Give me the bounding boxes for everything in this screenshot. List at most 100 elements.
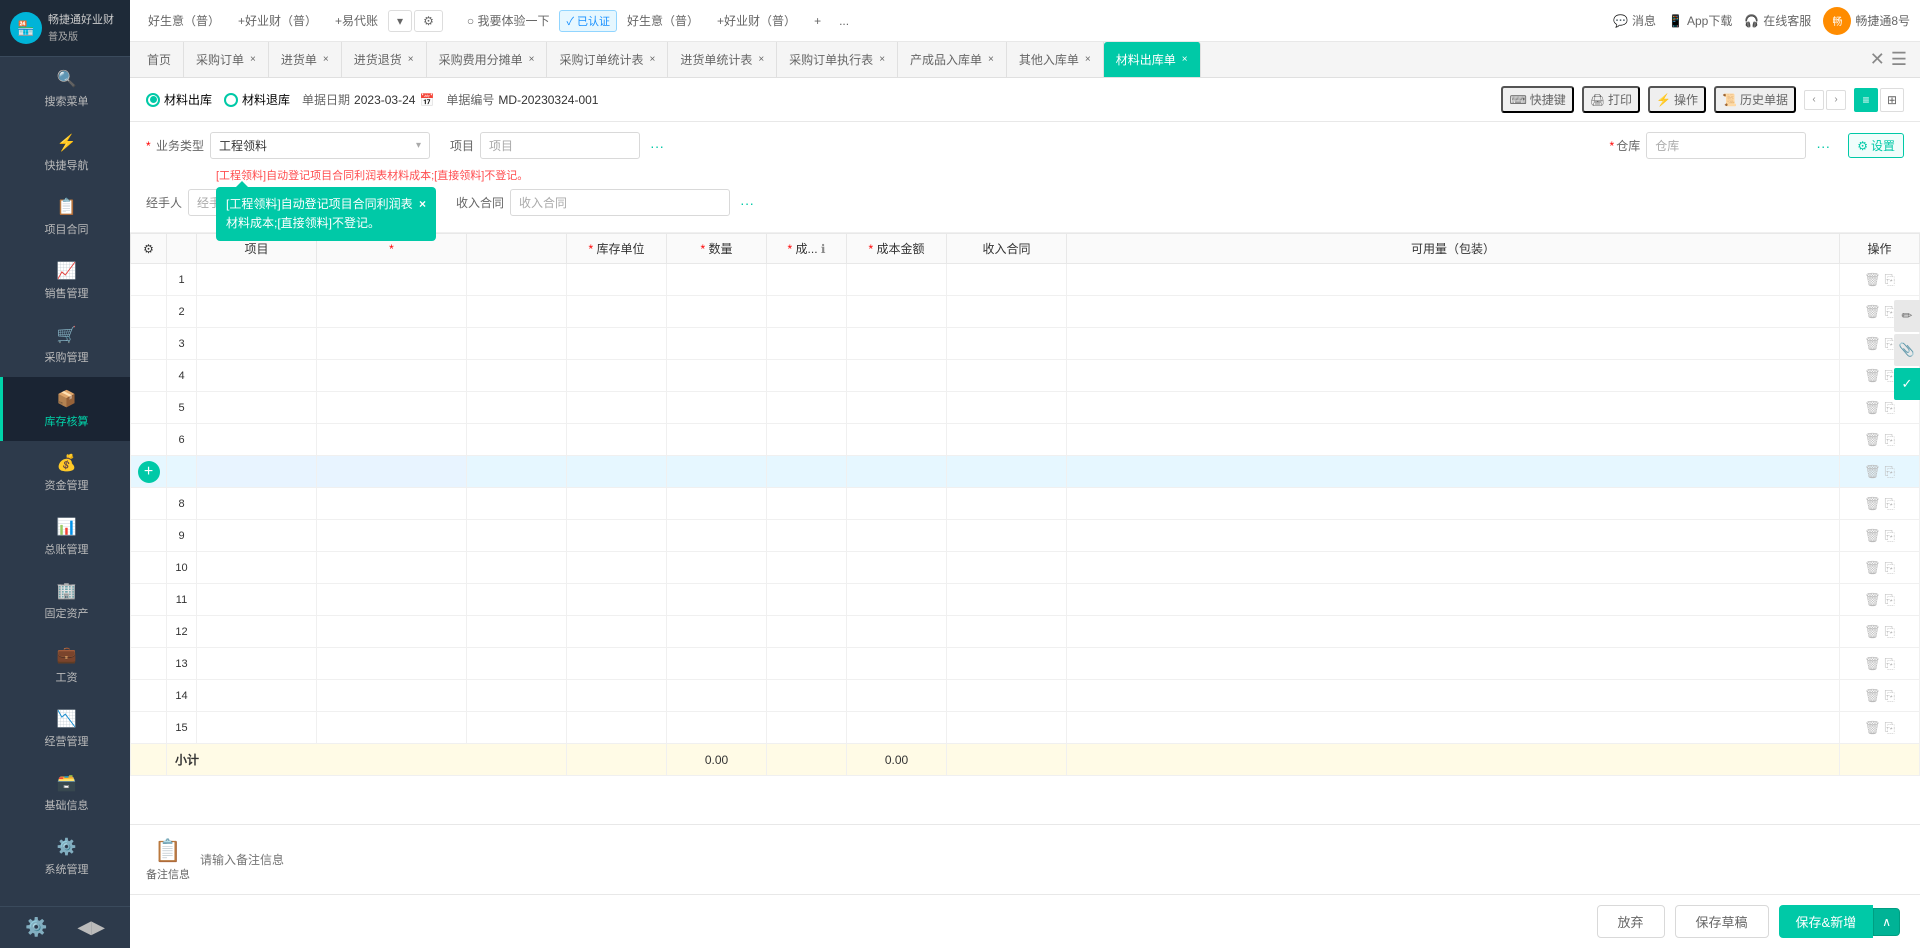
sidebar-item-salary[interactable]: 💼 工资 [0, 633, 130, 697]
calendar-icon[interactable]: 📅 [419, 93, 434, 107]
td-project-1[interactable] [197, 264, 317, 296]
td-material-1[interactable] [317, 264, 467, 296]
top-more-btn[interactable]: ▾ [388, 10, 412, 32]
tab-purchase-order[interactable]: 采购订单 × [184, 42, 269, 78]
tab-home[interactable]: 首页 [135, 42, 184, 78]
top-link-haoshengyi2[interactable]: 好生意（普） [619, 8, 707, 33]
tab-purchase-stats[interactable]: 采购订单统计表 × [547, 42, 668, 78]
top-link-haoshengyi[interactable]: 好生意（普） [140, 8, 228, 33]
copy-row-5-btn[interactable]: ⎘ [1885, 400, 1895, 416]
tab-close-purchase-stats[interactable]: × [649, 54, 655, 65]
side-icon-attach[interactable]: 📎 [1894, 334, 1920, 366]
warehouse-input[interactable]: 仓库 [1646, 132, 1806, 159]
income-contract-input[interactable]: 收入合同 [510, 189, 730, 216]
project-input[interactable]: 项目 [480, 132, 640, 159]
message-btn[interactable]: 💬 消息 [1613, 12, 1656, 29]
radio-material-return[interactable]: 材料退库 [224, 91, 290, 108]
delete-row-7-btn[interactable]: 🗑 [1864, 464, 1881, 480]
sidebar-item-accounting[interactable]: 📊 总账管理 [0, 505, 130, 569]
tab-material-outbound[interactable]: 材料出库单 × [1104, 42, 1201, 78]
tab-close-finished-goods[interactable]: × [988, 54, 994, 65]
next-btn[interactable]: › [1826, 90, 1846, 110]
delete-row-3-btn[interactable]: 🗑 [1864, 336, 1881, 352]
action-btn[interactable]: ⚡ 操作 [1648, 86, 1706, 113]
warehouse-more-btn[interactable]: ··· [1812, 138, 1834, 154]
copy-row-6-btn[interactable]: ⎘ [1885, 432, 1895, 448]
copy-row-7-btn[interactable]: ⎘ [1885, 464, 1895, 480]
delete-row-13-btn[interactable]: 🗑 [1864, 656, 1881, 672]
tab-close-all-btn[interactable]: ✕ [1870, 49, 1885, 70]
sidebar-item-search[interactable]: 🔍 搜索菜单 [0, 57, 130, 121]
td-qty-1[interactable] [667, 264, 767, 296]
radio-material-outbound[interactable]: 材料出库 [146, 91, 212, 108]
income-contract-more-btn[interactable]: ··· [736, 195, 758, 211]
tab-menu-btn[interactable]: ☰ [1891, 49, 1907, 70]
copy-row-9-btn[interactable]: ⎘ [1885, 528, 1895, 544]
print-btn[interactable]: 🖨 打印 [1582, 86, 1640, 113]
td-unit-1[interactable] [567, 264, 667, 296]
copy-row-10-btn[interactable]: ⎘ [1885, 560, 1895, 576]
save-new-btn[interactable]: 保存&新增 [1779, 905, 1874, 938]
td-unit-2[interactable] [567, 296, 667, 328]
tab-close-other-inbound[interactable]: × [1085, 54, 1091, 65]
sidebar-collapse-btn[interactable]: ◀▶ [77, 917, 105, 938]
history-btn[interactable]: 📜 历史单据 [1714, 86, 1796, 113]
grid-view-btn[interactable]: ⊞ [1880, 88, 1904, 112]
sidebar-item-sales[interactable]: 📈 销售管理 [0, 249, 130, 313]
top-link-yidaizhang[interactable]: +易代账 [327, 8, 386, 33]
experience-btn[interactable]: ○ 我要体验一下 [459, 8, 558, 33]
sidebar-settings-btn[interactable]: ⚙️ [25, 917, 47, 938]
tab-inbound-stats[interactable]: 进货单统计表 × [668, 42, 777, 78]
user-avatar[interactable]: 畅 畅捷通8号 [1823, 7, 1910, 35]
td-cost-amount-2[interactable] [847, 296, 947, 328]
business-type-input[interactable]: 工程领料 ▾ [210, 132, 430, 159]
th-settings[interactable]: ⚙ [131, 234, 167, 264]
shortcut-btn[interactable]: ⌨ 快捷键 [1501, 86, 1573, 113]
tab-close-inbound-return[interactable]: × [408, 54, 414, 65]
app-download-btn[interactable]: 📱 App下载 [1668, 12, 1732, 29]
sidebar-item-system[interactable]: ⚙️ 系统管理 [0, 825, 130, 889]
delete-row-5-btn[interactable]: 🗑 [1864, 400, 1881, 416]
tab-purchase-expense[interactable]: 采购费用分摊单 × [427, 42, 548, 78]
td-income-contract-1[interactable] [947, 264, 1067, 296]
td-material-2[interactable] [317, 296, 467, 328]
delete-row-8-btn[interactable]: 🗑 [1864, 496, 1881, 512]
sidebar-item-assets[interactable]: 🏢 固定资产 [0, 569, 130, 633]
top-link-haoyecai[interactable]: +好业财（普） [230, 8, 325, 33]
td-qty-2[interactable] [667, 296, 767, 328]
td-cost-2[interactable] [767, 296, 847, 328]
td-project-2[interactable] [197, 296, 317, 328]
tab-close-material-outbound[interactable]: × [1182, 54, 1188, 65]
save-draft-btn[interactable]: 保存草稿 [1675, 905, 1769, 938]
delete-row-11-btn[interactable]: 🗑 [1864, 592, 1881, 608]
tab-purchase-exec[interactable]: 采购订单执行表 × [777, 42, 898, 78]
td-income-contract-2[interactable] [947, 296, 1067, 328]
side-icon-check[interactable]: ✓ [1894, 368, 1920, 400]
add-row-btn[interactable]: + [138, 461, 160, 483]
tab-finished-goods[interactable]: 产成品入库单 × [898, 42, 1007, 78]
copy-row-12-btn[interactable]: ⎘ [1885, 624, 1895, 640]
delete-row-1-btn[interactable]: 🗑 [1864, 272, 1881, 288]
tab-other-inbound[interactable]: 其他入库单 × [1007, 42, 1104, 78]
tooltip-close-btn[interactable]: × [419, 195, 426, 214]
delete-row-6-btn[interactable]: 🗑 [1864, 432, 1881, 448]
copy-row-11-btn[interactable]: ⎘ [1885, 592, 1895, 608]
delete-row-9-btn[interactable]: 🗑 [1864, 528, 1881, 544]
delete-row-15-btn[interactable]: 🗑 [1864, 720, 1881, 736]
settings-btn[interactable]: ⚙ [414, 10, 443, 32]
project-more-btn[interactable]: ··· [646, 138, 668, 154]
tab-close-purchase-exec[interactable]: × [879, 54, 885, 65]
tab-close-purchase-expense[interactable]: × [529, 54, 535, 65]
sidebar-item-inventory[interactable]: 📦 库存核算 [0, 377, 130, 441]
notes-input[interactable] [200, 853, 1904, 867]
prev-btn[interactable]: ‹ [1804, 90, 1824, 110]
delete-row-14-btn[interactable]: 🗑 [1864, 688, 1881, 704]
sidebar-item-quick[interactable]: ⚡ 快捷导航 [0, 121, 130, 185]
copy-row-13-btn[interactable]: ⎘ [1885, 656, 1895, 672]
online-service-btn[interactable]: 🎧 在线客服 [1744, 12, 1811, 29]
list-view-btn[interactable]: ≡ [1854, 88, 1878, 112]
sidebar-item-basic[interactable]: 🗃️ 基础信息 [0, 761, 130, 825]
settings-form-btn[interactable]: ⚙ 设置 [1848, 133, 1904, 158]
td-spec-2[interactable] [467, 296, 567, 328]
side-icon-edit[interactable]: ✏ [1894, 300, 1920, 332]
